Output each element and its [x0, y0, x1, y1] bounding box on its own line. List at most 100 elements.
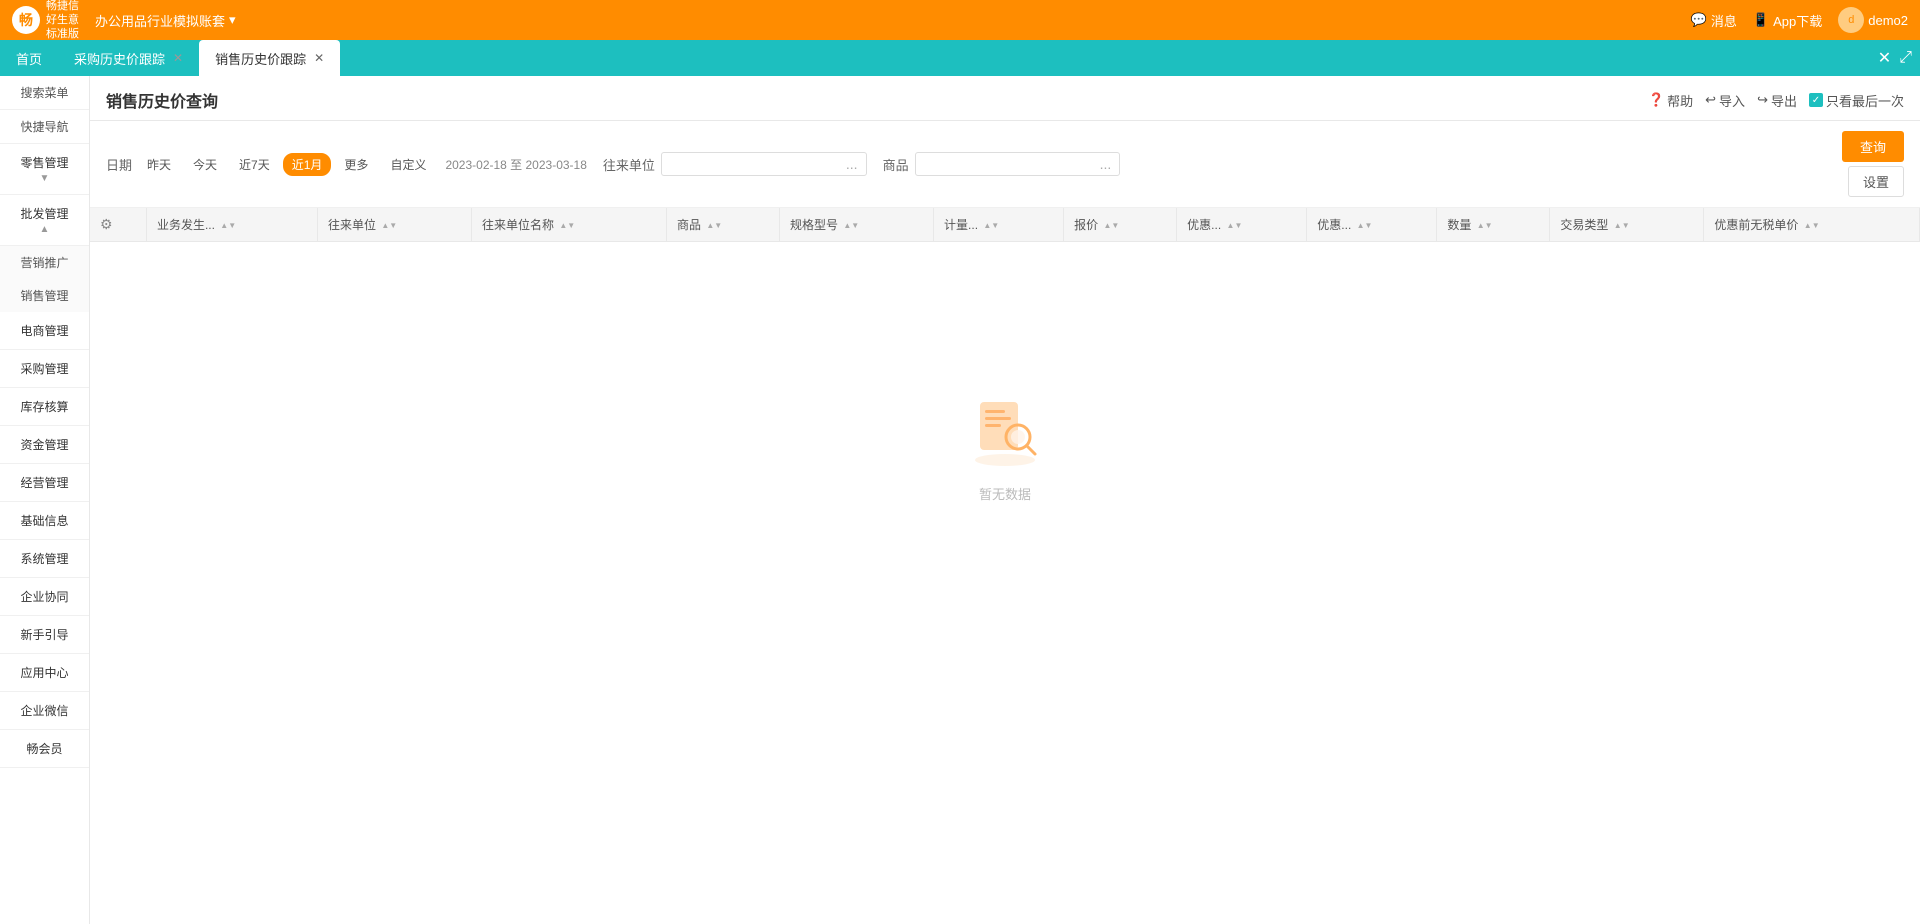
sort-partner-code-icon: ▲▼: [381, 222, 397, 230]
sidebar-item-guide[interactable]: 新手引导: [0, 616, 89, 654]
checkbox-teal-icon: ✓: [1809, 93, 1823, 107]
sidebar-member-label: 畅会员: [26, 740, 62, 757]
export-icon: ↪: [1757, 92, 1768, 108]
partner-label: 往来单位: [603, 155, 655, 174]
sidebar-wholesale-label: 批发管理: [20, 205, 68, 222]
product-label: 商品: [883, 155, 909, 174]
date-btn-yesterday[interactable]: 昨天: [138, 153, 180, 176]
sidebar-item-retail[interactable]: 零售管理 ▼: [0, 144, 89, 195]
col-discount1[interactable]: 优惠... ▲▼: [1177, 208, 1307, 242]
sidebar-item-wechat[interactable]: 企业微信: [0, 692, 89, 730]
chevron-wholesale-icon: ▲: [40, 224, 50, 235]
export-btn[interactable]: ↪ 导出: [1757, 91, 1797, 110]
sidebar-item-finance[interactable]: 资金管理: [0, 426, 89, 464]
sidebar-item-wholesale[interactable]: 批发管理 ▲: [0, 195, 89, 246]
col-partner-name[interactable]: 往来单位名称 ▲▼: [472, 208, 667, 242]
col-spec[interactable]: 规格型号 ▲▼: [780, 208, 934, 242]
help-btn[interactable]: ❓ 帮助: [1648, 91, 1693, 110]
tab-purchase-history-close[interactable]: ✕: [173, 51, 183, 65]
col-quantity[interactable]: 数量 ▲▼: [1437, 208, 1550, 242]
product-input[interactable]: [924, 157, 1100, 172]
sidebar-inventory-label: 库存核算: [20, 398, 68, 415]
sidebar-item-marketing[interactable]: 营销推广: [0, 246, 89, 279]
date-label: 日期: [106, 155, 132, 174]
sidebar: 搜索菜单 快捷导航 零售管理 ▼ 批发管理 ▲ 营销推广 销售管理 电商管理 采…: [0, 76, 90, 924]
tab-purchase-history[interactable]: 采购历史价跟踪 ✕: [58, 40, 199, 76]
sidebar-item-enterprise[interactable]: 企业协同: [0, 578, 89, 616]
sidebar-item-system[interactable]: 系统管理: [0, 540, 89, 578]
sidebar-item-inventory[interactable]: 库存核算: [0, 388, 89, 426]
col-trade-type[interactable]: 交易类型 ▲▼: [1550, 208, 1704, 242]
close-window-btn[interactable]: ✕: [1878, 48, 1891, 68]
col-unit[interactable]: 计量... ▲▼: [934, 208, 1064, 242]
date-range-display: 2023-02-18 至 2023-03-18: [445, 156, 586, 173]
filter-partner-group: 往来单位 ...: [603, 152, 867, 176]
partner-input[interactable]: [670, 157, 846, 172]
date-btn-today[interactable]: 今天: [184, 153, 226, 176]
date-btn-7days[interactable]: 近7天: [230, 153, 279, 176]
sidebar-finance-label: 资金管理: [20, 436, 68, 453]
sidebar-appcenter-label: 应用中心: [20, 664, 68, 681]
sort-quantity-icon: ▲▼: [1477, 222, 1493, 230]
col-settings[interactable]: ⚙: [90, 208, 146, 242]
sidebar-retail-label: 零售管理: [20, 154, 68, 171]
top-bar: 畅 畅捷信 好生意 标准版 办公用品行业模拟账套 ▾ 💬 消息 📱 App下载 …: [0, 0, 1920, 40]
sort-spec-icon: ▲▼: [843, 222, 859, 230]
sort-discount2-icon: ▲▼: [1357, 222, 1373, 230]
filter-product-group: 商品 ...: [883, 152, 1121, 176]
col-discount2[interactable]: 优惠... ▲▼: [1307, 208, 1437, 242]
partner-search-icon[interactable]: ...: [846, 156, 858, 172]
tab-sales-history[interactable]: 销售历史价跟踪 ✕: [199, 40, 340, 76]
col-biz-date[interactable]: 业务发生... ▲▼: [146, 208, 317, 242]
tab-sales-history-close[interactable]: ✕: [314, 51, 324, 65]
sidebar-sub-wholesale: 营销推广 销售管理: [0, 246, 89, 312]
page-header-actions: ❓ 帮助 ↩ 导入 ↪ 导出 ✓ 只看最后一次: [1648, 91, 1904, 110]
app-download-btn[interactable]: 📱 App下载: [1753, 11, 1822, 30]
col-partner-code[interactable]: 往来单位 ▲▼: [318, 208, 472, 242]
content-area: 销售历史价查询 ❓ 帮助 ↩ 导入 ↪ 导出 ✓: [90, 76, 1920, 924]
empty-illustration: [960, 382, 1050, 472]
col-pre-tax-price[interactable]: 优惠前无税单价 ▲▼: [1704, 208, 1920, 242]
settings-button[interactable]: 设置: [1848, 166, 1904, 197]
sidebar-item-operations[interactable]: 经营管理: [0, 464, 89, 502]
download-icon: 📱: [1753, 12, 1769, 28]
import-btn[interactable]: ↩ 导入: [1705, 91, 1745, 110]
chevron-retail-icon: ▼: [40, 173, 50, 184]
sidebar-item-ecommerce[interactable]: 电商管理: [0, 312, 89, 350]
sidebar-operations-label: 经营管理: [20, 474, 68, 491]
product-search-icon[interactable]: ...: [1100, 156, 1112, 172]
table-settings-icon[interactable]: ⚙: [100, 216, 113, 232]
logo-icon: 畅: [12, 6, 40, 34]
app-selector[interactable]: 办公用品行业模拟账套 ▾: [87, 11, 244, 30]
logo-area: 畅 畅捷信 好生意 标准版: [12, 0, 79, 41]
sidebar-item-appcenter[interactable]: 应用中心: [0, 654, 89, 692]
sidebar-search[interactable]: 搜索菜单: [0, 76, 89, 110]
only-last-checkbox[interactable]: ✓ 只看最后一次: [1809, 91, 1904, 110]
maximize-window-btn[interactable]: ⤢: [1899, 49, 1912, 67]
sidebar-quick-nav[interactable]: 快捷导航: [0, 110, 89, 144]
sort-product-icon: ▲▼: [706, 222, 722, 230]
date-btn-custom[interactable]: 自定义: [381, 153, 435, 176]
query-button[interactable]: 查询: [1842, 131, 1904, 162]
sidebar-wechat-label: 企业微信: [20, 702, 68, 719]
sidebar-item-purchase[interactable]: 采购管理: [0, 350, 89, 388]
help-icon: ❓: [1648, 92, 1664, 108]
date-buttons: 昨天 今天 近7天 近1月 更多 自定义: [138, 153, 435, 176]
message-btn[interactable]: 💬 消息: [1691, 11, 1737, 30]
user-area[interactable]: d demo2: [1838, 7, 1908, 33]
partner-input-wrap: ...: [661, 152, 867, 176]
empty-text: 暂无数据: [979, 484, 1031, 503]
sidebar-item-member[interactable]: 畅会员: [0, 730, 89, 768]
col-quote[interactable]: 报价 ▲▼: [1064, 208, 1177, 242]
sidebar-item-basic[interactable]: 基础信息: [0, 502, 89, 540]
main-layout: 搜索菜单 快捷导航 零售管理 ▼ 批发管理 ▲ 营销推广 销售管理 电商管理 采…: [0, 76, 1920, 924]
sidebar-basic-label: 基础信息: [20, 512, 68, 529]
tab-window-btns: ✕ ⤢: [1878, 48, 1920, 68]
tab-home[interactable]: 首页: [0, 40, 58, 76]
page-header: 销售历史价查询 ❓ 帮助 ↩ 导入 ↪ 导出 ✓: [90, 76, 1920, 121]
col-product[interactable]: 商品 ▲▼: [667, 208, 780, 242]
date-btn-more[interactable]: 更多: [335, 153, 377, 176]
date-btn-1month[interactable]: 近1月: [283, 153, 332, 176]
page-title: 销售历史价查询: [106, 88, 218, 112]
sidebar-item-sales[interactable]: 销售管理: [0, 279, 89, 312]
